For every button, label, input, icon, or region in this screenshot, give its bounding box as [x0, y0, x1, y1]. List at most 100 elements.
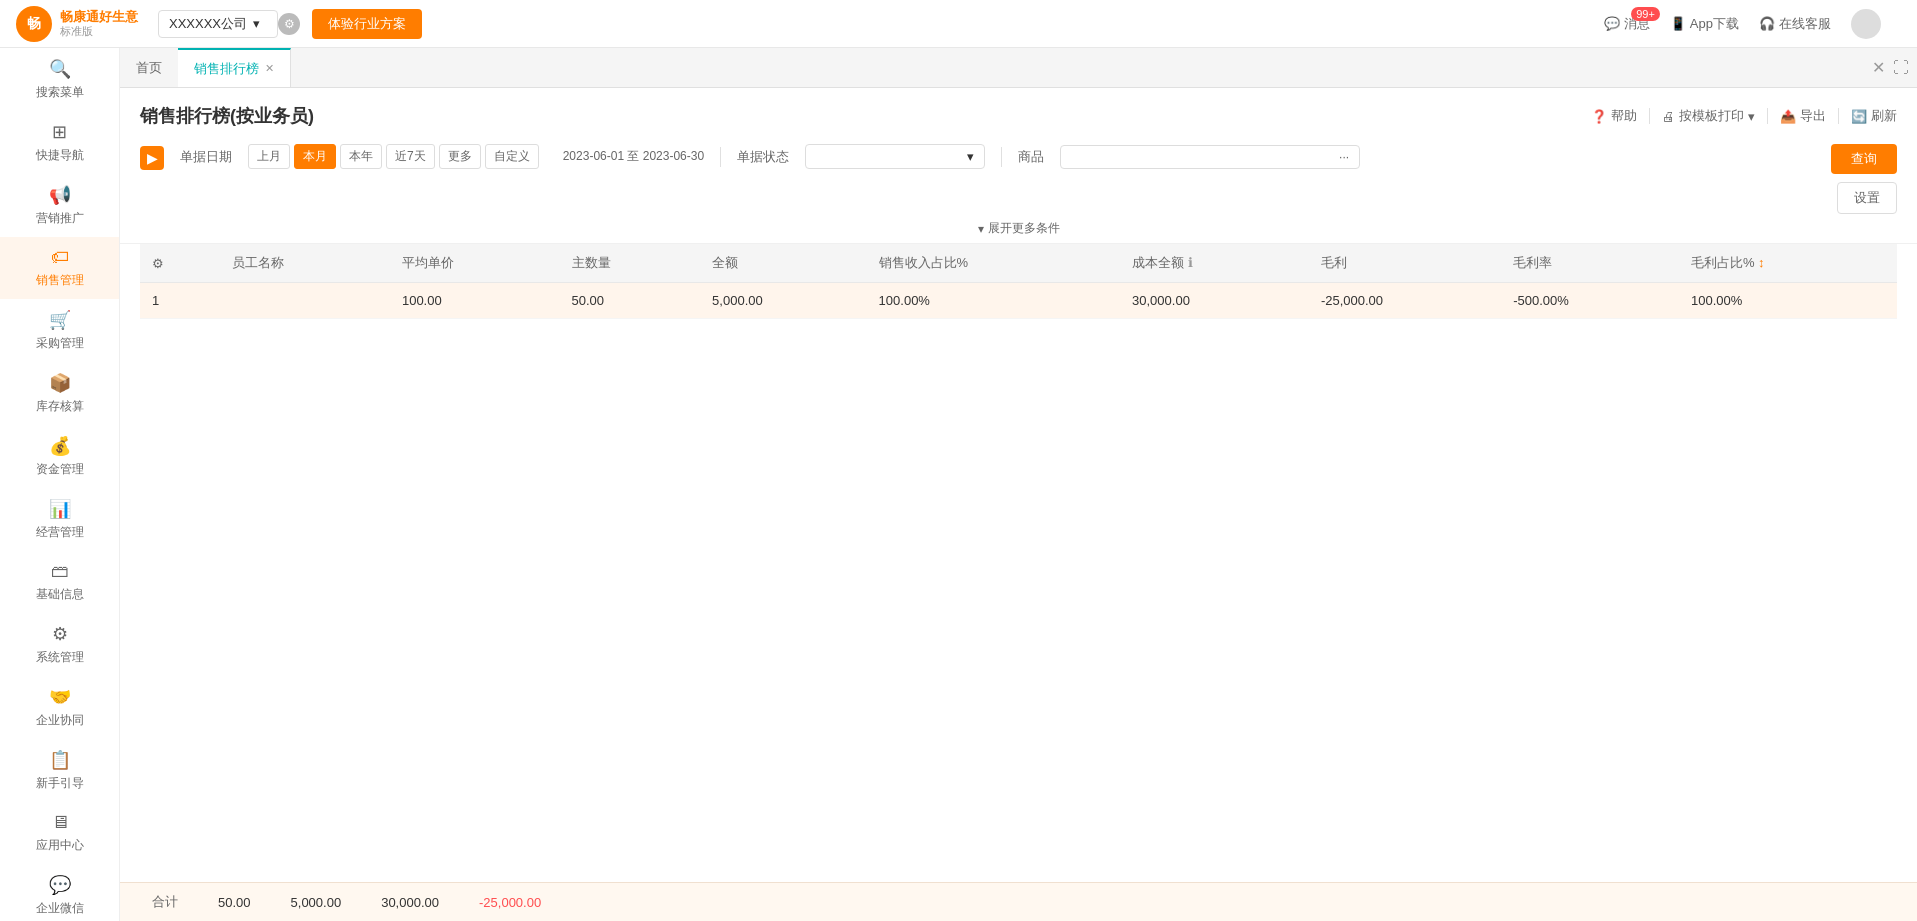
table-header-row: ⚙ 员工名称 平均单价 主数量 全额 销售收入占比% 成本全额 ℹ 毛利 毛利率… [140, 244, 1897, 283]
cell-gross: -25,000.00 [1309, 283, 1501, 319]
app-download-label: App下载 [1690, 15, 1739, 33]
col-avg-price: 平均单价 [390, 244, 560, 283]
chevron-down-icon: ▾ [978, 222, 984, 236]
sidebar-label-operation: 经营管理 [36, 524, 84, 541]
refresh-button[interactable]: 🔄 刷新 [1851, 107, 1897, 125]
date-btn-more[interactable]: 更多 [439, 144, 481, 169]
export-button[interactable]: 📤 导出 [1780, 107, 1826, 125]
grid-icon: ⊞ [52, 121, 67, 143]
online-service-label: 在线客服 [1779, 15, 1831, 33]
sidebar-item-operation[interactable]: 📊 经营管理 [0, 488, 119, 551]
goods-more-icon[interactable]: ··· [1339, 150, 1349, 164]
footer-cost: 30,000.00 [381, 895, 439, 910]
sidebar-item-guide[interactable]: 📋 新手引导 [0, 739, 119, 802]
sidebar-item-system[interactable]: ⚙ 系统管理 [0, 613, 119, 676]
fullscreen-icon[interactable]: ⛶ [1893, 59, 1909, 77]
sort-icon: ↕ [1758, 255, 1765, 270]
table-container: ⚙ 员工名称 平均单价 主数量 全额 销售收入占比% 成本全额 ℹ 毛利 毛利率… [120, 244, 1917, 319]
sidebar: 🔍 搜索菜单 ⊞ 快捷导航 📢 营销推广 🏷 销售管理 🛒 采购管理 📦 [0, 48, 120, 921]
chevron-down-icon: ▾ [967, 149, 974, 164]
date-btn-custom[interactable]: 自定义 [485, 144, 539, 169]
sidebar-item-sales[interactable]: 🏷 销售管理 [0, 237, 119, 299]
logo-subtitle: 标准版 [60, 25, 138, 38]
tab-sales-ranking[interactable]: 销售排行榜 ✕ [178, 48, 291, 87]
date-btn-this-year[interactable]: 本年 [340, 144, 382, 169]
settings-button[interactable]: 设置 [1837, 182, 1897, 214]
wechat-icon: 💬 [49, 874, 71, 896]
print-button[interactable]: 🖨 按模板打印 ▾ [1662, 107, 1755, 125]
tab-label: 销售排行榜 [194, 60, 259, 78]
table-header: ⚙ 员工名称 平均单价 主数量 全额 销售收入占比% 成本全额 ℹ 毛利 毛利率… [140, 244, 1897, 283]
online-service-item[interactable]: 🎧 在线客服 [1759, 15, 1831, 33]
company-settings-icon[interactable]: ⚙ [278, 13, 300, 35]
tab-home[interactable]: 首页 [120, 48, 178, 87]
filter-divider [720, 147, 721, 167]
cell-gross-ratio: 100.00% [1679, 283, 1897, 319]
tab-close-icon[interactable]: ✕ [265, 62, 274, 75]
sidebar-item-appstore[interactable]: 🖥 应用中心 [0, 802, 119, 864]
sidebar-label-basic: 基础信息 [36, 586, 84, 603]
goods-label: 商品 [1018, 148, 1044, 166]
sidebar-item-shortcut[interactable]: ⊞ 快捷导航 [0, 111, 119, 174]
col-sales-ratio: 销售收入占比% [867, 244, 1120, 283]
sidebar-item-marketing[interactable]: 📢 营销推广 [0, 174, 119, 237]
sidebar-item-wechat[interactable]: 💬 企业微信 [0, 864, 119, 921]
date-btn-7days[interactable]: 近7天 [386, 144, 435, 169]
sidebar-item-search[interactable]: 🔍 搜索菜单 [0, 48, 119, 111]
footer-gross: -25,000.00 [479, 895, 541, 910]
date-button-group: 上月 本月 本年 近7天 更多 自定义 [248, 144, 539, 169]
sidebar-item-basic[interactable]: 🗃 基础信息 [0, 551, 119, 613]
footer-label: 合计 [152, 893, 178, 911]
cell-name [220, 283, 390, 319]
col-amount: 全额 [700, 244, 867, 283]
filter-row-1: 单据日期 上月 本月 本年 近7天 更多 自定义 2023-06-01 至 20… [180, 144, 1815, 169]
sidebar-item-finance[interactable]: 💰 资金管理 [0, 425, 119, 488]
megaphone-icon: 📢 [49, 184, 71, 206]
date-btn-this-month[interactable]: 本月 [294, 144, 336, 169]
sidebar-label-shortcut: 快捷导航 [36, 147, 84, 164]
search-icon: 🔍 [49, 58, 71, 80]
data-table: ⚙ 员工名称 平均单价 主数量 全额 销售收入占比% 成本全额 ℹ 毛利 毛利率… [140, 244, 1897, 319]
table-footer: 合计 50.00 5,000.00 30,000.00 -25,000.00 [120, 882, 1917, 921]
company-selector[interactable]: XXXXXX公司 ▾ [158, 10, 278, 38]
col-settings[interactable]: ⚙ [140, 244, 220, 283]
chevron-down-icon: ▾ [253, 16, 260, 31]
company-name: XXXXXX公司 [169, 15, 247, 33]
monitor-icon: 🖥 [51, 812, 69, 833]
sidebar-label-inventory: 库存核算 [36, 398, 84, 415]
settings-col-icon: ⚙ [152, 256, 164, 271]
sidebar-item-purchase[interactable]: 🛒 采购管理 [0, 299, 119, 362]
sidebar-label-finance: 资金管理 [36, 461, 84, 478]
download-icon: 📱 [1670, 16, 1686, 31]
sidebar-item-inventory[interactable]: 📦 库存核算 [0, 362, 119, 425]
print-dropdown-icon: ▾ [1748, 109, 1755, 124]
status-select[interactable]: ▾ [805, 144, 985, 169]
sidebar-item-cooperation[interactable]: 🤝 企业协同 [0, 676, 119, 739]
question-icon: ❓ [1591, 109, 1607, 124]
expand-arrow-icon[interactable]: ▶ [140, 146, 164, 170]
database-icon: 🗃 [51, 561, 69, 582]
content-area: 首页 销售排行榜 ✕ ✕ ⛶ 销售排行榜(按业务员) ❓ [120, 48, 1917, 921]
sales-icon: 🏷 [51, 247, 69, 268]
cell-sales-ratio: 100.00% [867, 283, 1120, 319]
avatar[interactable] [1851, 9, 1881, 39]
app-download-item[interactable]: 📱 App下载 [1670, 15, 1739, 33]
divider1 [1649, 108, 1650, 124]
expand-more-button[interactable]: ▾ 展开更多条件 [978, 220, 1060, 237]
message-icon-item[interactable]: 💬 消息 99+ [1604, 15, 1650, 33]
query-button[interactable]: 查询 [1831, 144, 1897, 174]
logo-text: 畅康通好生意 标准版 [60, 9, 138, 38]
help-button[interactable]: ❓ 帮助 [1591, 107, 1637, 125]
export-icon: 📤 [1780, 109, 1796, 124]
chart-icon: 📊 [49, 498, 71, 520]
goods-filter[interactable]: ··· [1060, 145, 1360, 169]
close-window-icon[interactable]: ✕ [1872, 58, 1885, 77]
status-label: 单据状态 [737, 148, 789, 166]
experience-button[interactable]: 体验行业方案 [312, 9, 422, 39]
col-employee-name: 员工名称 [220, 244, 390, 283]
page-title: 销售排行榜(按业务员) [140, 104, 314, 128]
money-icon: 💰 [49, 435, 71, 457]
handshake-icon: 🤝 [49, 686, 71, 708]
sidebar-label-marketing: 营销推广 [36, 210, 84, 227]
date-btn-last-month[interactable]: 上月 [248, 144, 290, 169]
